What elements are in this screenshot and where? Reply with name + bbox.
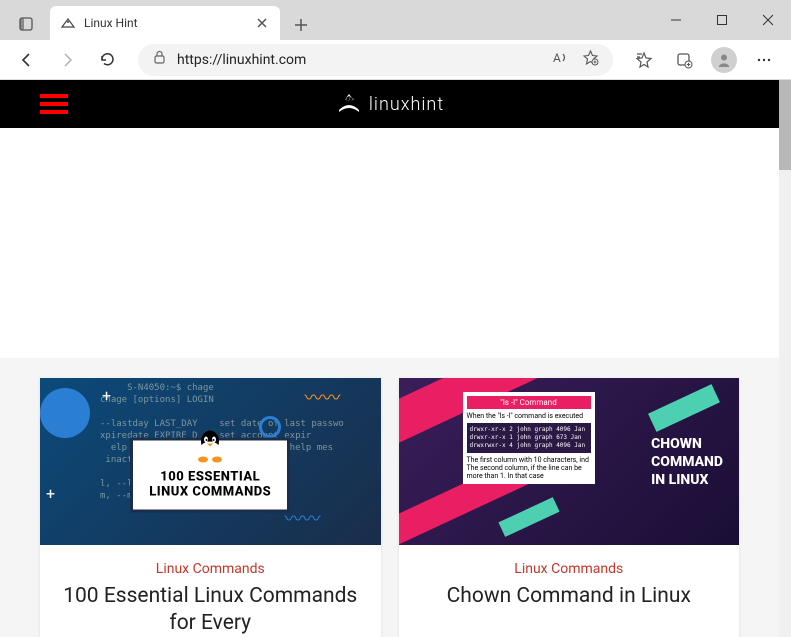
page-viewport: </> linuxhint S-N4050:~$ chage chage [op…: [0, 80, 791, 637]
site-logo-icon: </>: [335, 90, 363, 118]
article-card: S-N4050:~$ chage chage [options] LOGIN -…: [40, 378, 381, 637]
plus-icon: +: [102, 386, 111, 405]
svg-text:A: A: [553, 51, 561, 65]
browser-toolbar: https://linuxhint.com A: [0, 40, 791, 80]
tux-icon: [192, 427, 228, 463]
back-button[interactable]: [10, 43, 44, 77]
plus-icon: +: [46, 484, 55, 503]
window-minimize-button[interactable]: [653, 0, 699, 40]
tab-actions-button[interactable]: [8, 8, 44, 40]
new-tab-button[interactable]: [286, 10, 316, 40]
tab-strip: Linux Hint: [0, 0, 316, 40]
article-thumbnail[interactable]: "ls -l" Command When the "ls -l" command…: [399, 378, 740, 545]
svg-text:</>: </>: [345, 97, 355, 103]
more-button[interactable]: [747, 43, 781, 77]
thumb-term-sub: When the "ls -l" command is executed: [467, 412, 591, 420]
site-menu-button[interactable]: [40, 90, 68, 118]
site-logo-text: linuxhint: [369, 94, 444, 115]
article-category[interactable]: Linux Commands: [411, 561, 728, 577]
site-info-icon[interactable]: [152, 50, 167, 69]
window-close-button[interactable]: [745, 0, 791, 40]
article-category[interactable]: Linux Commands: [52, 561, 369, 577]
ad-whitespace: [0, 128, 779, 358]
thumb-banner-line2: LINUX COMMANDS: [149, 484, 271, 499]
address-bar[interactable]: https://linuxhint.com A: [138, 44, 613, 76]
collections-button[interactable]: [667, 43, 701, 77]
refresh-button[interactable]: [90, 43, 124, 77]
thumb-big-line2: COMMAND: [651, 453, 723, 471]
zigzag-icon: 〰〰: [305, 384, 341, 410]
favorite-icon[interactable]: [582, 49, 599, 70]
tab-title: Linux Hint: [84, 16, 246, 30]
article-thumbnail[interactable]: S-N4050:~$ chage chage [options] LOGIN -…: [40, 378, 381, 545]
article-card: "ls -l" Command When the "ls -l" command…: [399, 378, 740, 637]
thumb-term-foot: The first column with 10 characters, ind…: [467, 456, 591, 480]
address-url-text: https://linuxhint.com: [177, 52, 543, 68]
tab-close-button[interactable]: [254, 15, 270, 31]
scrollbar[interactable]: [779, 80, 791, 637]
forward-button[interactable]: [50, 43, 84, 77]
thumb-big-line1: CHOWN: [651, 435, 723, 453]
article-title[interactable]: 100 Essential Linux Commands for Every: [52, 583, 369, 637]
site-logo[interactable]: </> linuxhint: [335, 90, 444, 118]
favorites-button[interactable]: [627, 43, 661, 77]
browser-tab[interactable]: Linux Hint: [50, 6, 280, 40]
tab-favicon-icon: [60, 15, 76, 31]
scrollbar-thumb[interactable]: [779, 80, 791, 170]
read-aloud-icon[interactable]: A: [553, 49, 570, 70]
avatar-icon: [711, 47, 737, 73]
site-header: </> linuxhint: [0, 80, 779, 128]
thumb-term-header: "ls -l" Command: [467, 396, 591, 409]
window-maximize-button[interactable]: [699, 0, 745, 40]
thumb-big-line3: IN LINUX: [651, 471, 723, 489]
article-cards: S-N4050:~$ chage chage [options] LOGIN -…: [40, 378, 739, 637]
article-title[interactable]: Chown Command in Linux: [411, 583, 728, 610]
content-area: S-N4050:~$ chage chage [options] LOGIN -…: [0, 358, 779, 637]
thumb-banner-line1: 100 ESSENTIAL: [149, 469, 271, 484]
thumb-term-dark: drwxr-xr-x 2 john graph 4096 Jan drwxr-x…: [467, 423, 591, 453]
profile-button[interactable]: [707, 43, 741, 77]
address-actions: A: [553, 49, 599, 70]
window-titlebar: Linux Hint: [0, 0, 791, 40]
window-controls: [653, 0, 791, 40]
